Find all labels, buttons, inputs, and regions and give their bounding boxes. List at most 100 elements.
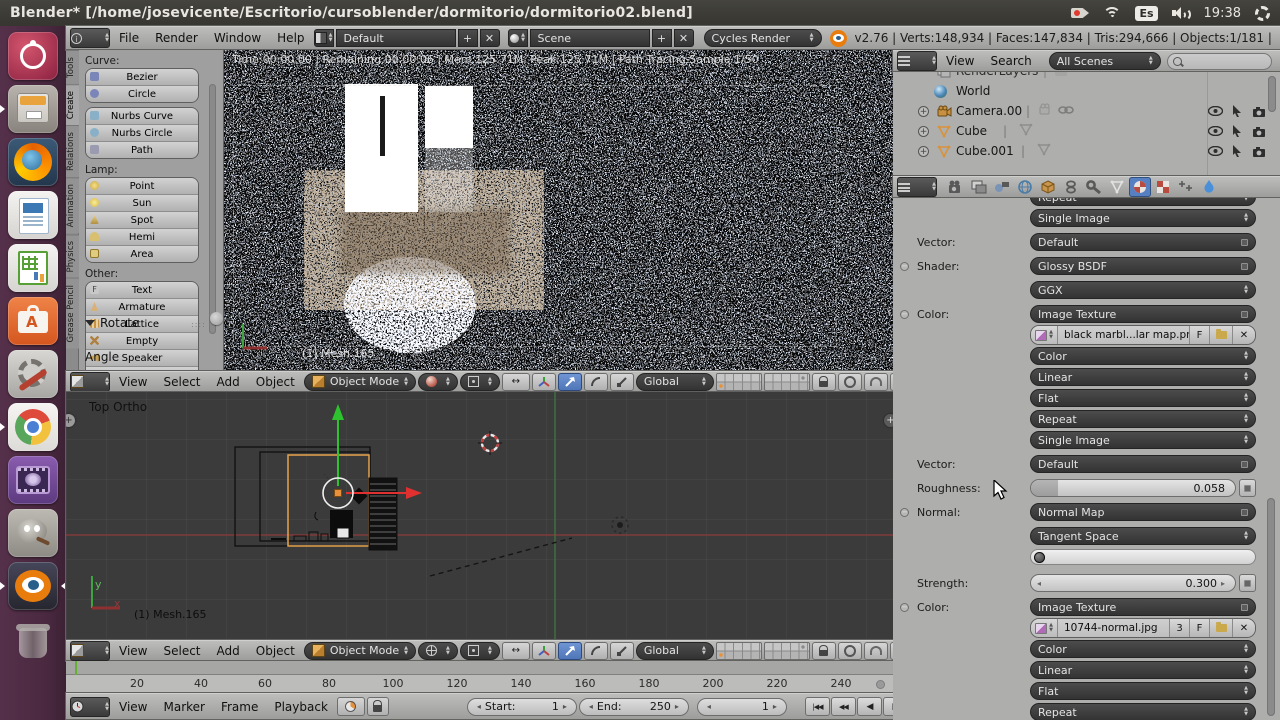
select-menu[interactable]: Select: [156, 375, 207, 389]
volume-icon[interactable]: [1171, 6, 1191, 21]
timeline-canvas[interactable]: [66, 661, 893, 675]
outliner-view-menu[interactable]: View: [939, 54, 981, 68]
libreoffice-writer-icon[interactable]: [8, 191, 58, 239]
vector-input-select[interactable]: Default: [1030, 233, 1256, 251]
tab-constraints[interactable]: [1060, 177, 1082, 197]
distribution-select[interactable]: GGX: [1030, 281, 1256, 299]
tab-physics[interactable]: Physics: [66, 233, 79, 279]
normal-space-select[interactable]: Tangent Space: [1030, 527, 1256, 545]
tool-bezier[interactable]: Bezier: [86, 69, 198, 85]
stepper-left-icon[interactable]: ◂: [589, 702, 593, 711]
editor-type-3dview-button-2[interactable]: [70, 640, 110, 661]
timeline-lock-button[interactable]: [366, 697, 389, 716]
layers-widget-left[interactable]: [715, 372, 762, 391]
keyboard-layout-indicator[interactable]: Es: [1135, 5, 1158, 21]
shelf-scrollbar[interactable]: [209, 84, 216, 334]
add-menu[interactable]: Add: [210, 644, 247, 658]
screen-layout-icon[interactable]: [313, 29, 334, 47]
right-region-expand-button[interactable]: +: [884, 414, 893, 427]
shading-selector[interactable]: [417, 372, 458, 391]
selectable-cursor-icon[interactable]: [1232, 125, 1243, 137]
ruler-scroll-cap[interactable]: [876, 680, 885, 689]
color-space-select[interactable]: Color: [1030, 347, 1256, 365]
tool-path[interactable]: Path: [86, 141, 198, 158]
render-visibility-button[interactable]: [837, 372, 862, 391]
libreoffice-calc-icon[interactable]: [8, 244, 58, 292]
lamp-area[interactable]: Area: [86, 245, 198, 262]
software-center-icon[interactable]: A: [8, 297, 58, 345]
properties-scrollbar[interactable]: [1267, 498, 1275, 716]
frame-start-field[interactable]: ◂ Start: 1 ▸: [466, 697, 577, 716]
lock-to-scene-button[interactable]: [811, 372, 836, 391]
object-menu[interactable]: Object: [249, 644, 302, 658]
timeline-frame-menu[interactable]: Frame: [214, 700, 265, 714]
open-image-button[interactable]: [1209, 326, 1232, 344]
manipulator-toggle[interactable]: ↔: [501, 372, 530, 391]
timeline-marker-menu[interactable]: Marker: [156, 700, 211, 714]
stepper-left-icon[interactable]: ◂: [1037, 579, 1041, 588]
tab-physics[interactable]: [1198, 177, 1220, 197]
image-name-field[interactable]: 10744-normal.jpg: [1057, 619, 1169, 637]
session-gear-icon[interactable]: [1255, 5, 1270, 21]
outliner-row-renderlayers[interactable]: RenderLayers |: [893, 72, 1280, 81]
mode-selector[interactable]: Object Mode: [303, 372, 416, 391]
chrome-icon[interactable]: [8, 403, 58, 451]
shading-selector-2[interactable]: [417, 641, 458, 660]
outliner-scrollbar[interactable]: [1268, 76, 1276, 112]
stepper-left-icon[interactable]: ◂: [477, 702, 481, 711]
hide-eye-icon[interactable]: [1208, 146, 1223, 156]
image-datablock-icon[interactable]: [1031, 619, 1057, 637]
layers-widget-right-2[interactable]: [763, 641, 810, 660]
expand-icon[interactable]: +: [918, 105, 929, 117]
render-engine-selector[interactable]: Cycles Render: [703, 29, 822, 47]
manipulator-scale[interactable]: [609, 372, 634, 391]
outliner-row-cube001[interactable]: + Cube.001 |: [893, 141, 1280, 161]
stepper-right-icon[interactable]: ▸: [675, 702, 679, 711]
outliner-row-world[interactable]: World: [893, 81, 1280, 101]
clock[interactable]: 19:38: [1204, 6, 1241, 21]
menu-window[interactable]: Window: [207, 31, 268, 45]
expand-icon[interactable]: +: [918, 125, 929, 137]
add-menu[interactable]: Add: [210, 375, 247, 389]
node-socket-icon[interactable]: [900, 507, 909, 517]
firefox-icon[interactable]: [8, 138, 58, 186]
lamp-sun[interactable]: Sun: [86, 194, 198, 211]
ubuntu-dash-icon[interactable]: [8, 32, 58, 80]
scene-selector-icon[interactable]: [507, 29, 528, 47]
roughness-socket-button[interactable]: [1239, 479, 1256, 497]
lock-to-scene-button-2[interactable]: [811, 641, 836, 660]
tab-texture[interactable]: [1152, 177, 1174, 197]
manipulator-axes[interactable]: [531, 372, 556, 391]
fake-user-button[interactable]: F: [1189, 619, 1209, 637]
roughness-slider[interactable]: 0.058: [1030, 479, 1236, 497]
timeline-view-menu[interactable]: View: [112, 700, 154, 714]
strength-field[interactable]: ◂ 0.300 ▸: [1030, 574, 1236, 592]
manipulator-rotate-2[interactable]: [583, 641, 608, 660]
tab-particles[interactable]: [1175, 177, 1197, 197]
lamp-hemi[interactable]: Hemi: [86, 228, 198, 245]
tab-object[interactable]: [1037, 177, 1059, 197]
uv-map-field[interactable]: [1030, 549, 1256, 565]
screen-layout-selector[interactable]: Default: [335, 29, 456, 47]
tool-nurbs-circle[interactable]: Nurbs Circle: [86, 124, 198, 141]
manipulator-toggle-2[interactable]: ↔: [501, 641, 530, 660]
shader-select[interactable]: Glossy BSDF: [1030, 257, 1256, 275]
menu-file[interactable]: File: [112, 31, 146, 45]
screen-record-icon[interactable]: [1071, 6, 1090, 20]
editor-type-outliner-button[interactable]: [897, 51, 937, 71]
extension-select[interactable]: Repeat: [1030, 198, 1256, 206]
operator-panel-header[interactable]: Rotate: [85, 316, 139, 330]
stepper-right-icon[interactable]: ▸: [563, 702, 567, 711]
projection-select[interactable]: Flat: [1030, 389, 1256, 407]
manipulator-translate-2[interactable]: [557, 641, 582, 660]
editor-type-timeline-button[interactable]: [70, 696, 110, 717]
render-restrict-icon[interactable]: [1252, 146, 1266, 157]
prev-keyframe-button[interactable]: ◀◀: [830, 697, 856, 716]
mode-selector-2[interactable]: Object Mode: [303, 641, 416, 660]
outliner-search-input[interactable]: [1166, 52, 1272, 70]
editor-type-info-button[interactable]: i: [70, 28, 110, 48]
render-restrict-icon[interactable]: [1252, 106, 1266, 117]
frame-end-field[interactable]: ◂ End: 250 ▸: [578, 697, 689, 716]
current-frame-field[interactable]: ◂ 1 ▸: [696, 697, 787, 716]
projection-select[interactable]: Flat: [1030, 682, 1256, 700]
